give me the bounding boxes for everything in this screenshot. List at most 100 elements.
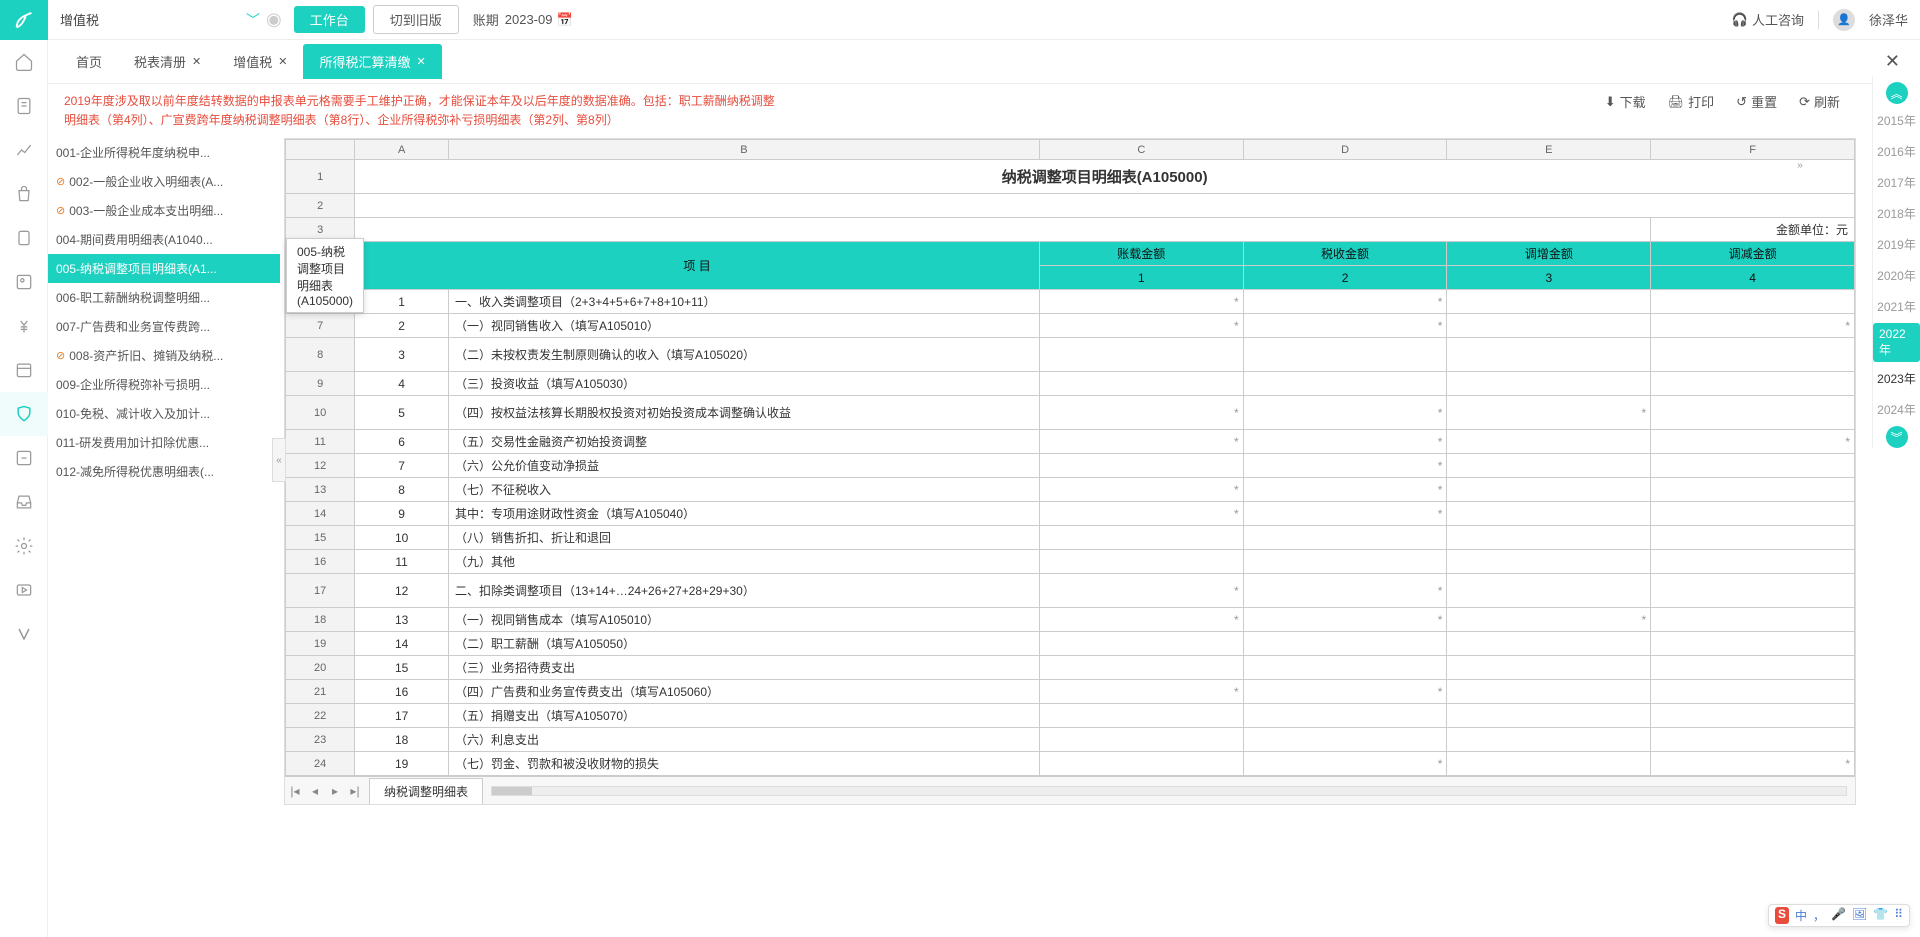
doc-icon[interactable]: ◉ (266, 9, 282, 30)
sheet-nav-last[interactable]: ▸| (345, 784, 365, 798)
col-num: 1 (1039, 266, 1243, 290)
module-selector[interactable]: 增值税 ﹀ (60, 10, 260, 30)
table-row[interactable]: 61一、收入类调整项目（2+3+4+5+6+7+8+10+11）** (286, 290, 1855, 314)
app-logo[interactable] (0, 0, 48, 40)
ime-item[interactable]: ， (1813, 907, 1825, 924)
table-row[interactable]: 2217（五）捐赠支出（填写A105070） (286, 704, 1855, 728)
collapse-left-handle[interactable]: « (272, 438, 286, 482)
form-item-011[interactable]: 011-研发费用加计扣除优惠... (48, 428, 280, 457)
nav-doc-icon[interactable] (0, 84, 48, 128)
nav-calendar-icon[interactable] (0, 348, 48, 392)
nav-chart-icon[interactable] (0, 128, 48, 172)
form-item-001[interactable]: 001-企业所得税年度纳税申... (48, 138, 280, 167)
form-item-tooltip: 005-纳税调整项目明细表(A105000) (286, 238, 364, 313)
table-row[interactable]: 83（二）未按权责发生制原则确认的收入（填写A105020） (286, 338, 1855, 372)
close-icon[interactable]: ✕ (417, 55, 426, 68)
workbench-button[interactable]: 工作台 (294, 6, 365, 33)
form-item-012[interactable]: 012-减免所得税优惠明细表(... (48, 457, 280, 486)
year-2020[interactable]: 2020年 (1877, 261, 1916, 290)
calendar-icon[interactable]: 📅 (556, 12, 572, 28)
year-scroll-down[interactable]: ︾ (1886, 426, 1908, 448)
download-icon: ⬇ (1605, 94, 1616, 110)
year-2019[interactable]: 2019年 (1877, 230, 1916, 259)
sheet-nav-first[interactable]: |◂ (285, 784, 305, 798)
ime-skin-icon[interactable]: 👕 (1873, 907, 1888, 924)
table-row[interactable]: 1914（二）职工薪酬（填写A105050） (286, 632, 1855, 656)
close-all-button[interactable]: ✕ (1877, 47, 1908, 76)
table-row[interactable]: 1510（八）销售折扣、折让和退回 (286, 526, 1855, 550)
ime-grid-icon[interactable]: ⠿ (1894, 907, 1903, 924)
nav-video-icon[interactable] (0, 568, 48, 612)
year-2023[interactable]: 2023年 (1877, 364, 1916, 393)
close-icon[interactable]: ✕ (192, 55, 201, 68)
download-button[interactable]: ⬇下载 (1605, 92, 1646, 111)
page-tabs: 首页 税表清册✕ 增值税✕ 所得税汇算清缴✕ ✕ (48, 40, 1920, 84)
form-item-010[interactable]: 010-免税、减计收入及加计... (48, 399, 280, 428)
nav-inbox-icon[interactable] (0, 480, 48, 524)
ime-lang[interactable]: 中 (1795, 907, 1807, 924)
sheet-nav-prev[interactable]: ◂ (305, 784, 325, 798)
support-link[interactable]: 🎧 人工咨询 (1732, 10, 1804, 29)
nav-archive-icon[interactable] (0, 436, 48, 480)
ime-toolbar[interactable]: S 中 ， 🎤 🖼 👕 ⠿ (1768, 904, 1910, 927)
year-2016[interactable]: 2016年 (1877, 137, 1916, 166)
horizontal-scrollbar[interactable] (491, 786, 1847, 796)
period-value[interactable]: 2023-09 (505, 12, 553, 27)
tab-vat[interactable]: 增值税✕ (217, 44, 303, 79)
year-2015[interactable]: 2015年 (1877, 106, 1916, 135)
nav-v-icon[interactable] (0, 612, 48, 656)
table-row[interactable]: 2318（六）利息支出 (286, 728, 1855, 752)
form-item-008[interactable]: ⊘008-资产折旧、摊销及纳税... (48, 341, 280, 370)
table-row[interactable]: 1712二、扣除类调整项目（13+14+…24+26+27+28+29+30）*… (286, 574, 1855, 608)
form-item-002[interactable]: ⊘002-一般企业收入明细表(A... (48, 167, 280, 196)
year-2018[interactable]: 2018年 (1877, 199, 1916, 228)
table-row[interactable]: 2116（四）广告费和业务宣传费支出（填写A105060）** (286, 680, 1855, 704)
nav-tax-icon[interactable] (0, 392, 48, 436)
nav-clipboard-icon[interactable] (0, 216, 48, 260)
switch-old-button[interactable]: 切到旧版 (373, 5, 459, 34)
ime-mic-icon[interactable]: 🎤 (1831, 907, 1846, 924)
sheet-nav-next[interactable]: ▸ (325, 784, 345, 798)
refresh-button[interactable]: ⟳刷新 (1799, 92, 1840, 111)
form-item-007[interactable]: 007-广告费和业务宣传费跨... (48, 312, 280, 341)
table-row[interactable]: 2015（三）业务招待费支出 (286, 656, 1855, 680)
print-button[interactable]: 🖨打印 (1668, 92, 1715, 111)
headset-icon: 🎧 (1732, 12, 1748, 28)
form-item-003[interactable]: ⊘003-一般企业成本支出明细... (48, 196, 280, 225)
form-item-009[interactable]: 009-企业所得税弥补亏损明... (48, 370, 280, 399)
close-icon[interactable]: ✕ (278, 55, 287, 68)
table-row[interactable]: 94（三）投资收益（填写A105030） (286, 372, 1855, 396)
nav-settings-icon[interactable] (0, 524, 48, 568)
form-item-004[interactable]: 004-期间费用明细表(A1040... (48, 225, 280, 254)
nav-bag-icon[interactable] (0, 172, 48, 216)
nav-preview-icon[interactable] (0, 260, 48, 304)
ime-image-icon[interactable]: 🖼 (1852, 907, 1867, 924)
year-2022[interactable]: 2022年 (1873, 323, 1920, 362)
nav-home-icon[interactable] (0, 40, 48, 84)
table-row[interactable]: 149 其中：专项用途财政性资金（填写A105040）** (286, 502, 1855, 526)
form-item-005[interactable]: 005-纳税调整项目明细表(A1... (48, 254, 280, 283)
unit-label: 金额单位：元 (1651, 218, 1855, 242)
collapse-right-handle[interactable]: » (1793, 143, 1807, 187)
year-2017[interactable]: 2017年 (1877, 168, 1916, 197)
table-row[interactable]: 72（一）视同销售收入（填写A105010）*** (286, 314, 1855, 338)
tab-home[interactable]: 首页 (60, 44, 118, 79)
table-row[interactable]: 1611（九）其他 (286, 550, 1855, 574)
year-2021[interactable]: 2021年 (1877, 292, 1916, 321)
table-row[interactable]: 138（七）不征税收入** (286, 478, 1855, 502)
table-row[interactable]: 116（五）交易性金融资产初始投资调整*** (286, 430, 1855, 454)
year-2024[interactable]: 2024年 (1877, 395, 1916, 424)
year-scroll-up[interactable]: ︽ (1886, 82, 1908, 104)
table-row[interactable]: 127（六）公允价值变动净损益* (286, 454, 1855, 478)
table-row[interactable]: 2419（七）罚金、罚款和被没收财物的损失** (286, 752, 1855, 776)
table-row[interactable]: 1813（一）视同销售成本（填写A105010）*** (286, 608, 1855, 632)
avatar[interactable]: 👤 (1833, 9, 1855, 31)
tab-tax-list[interactable]: 税表清册✕ (118, 44, 217, 79)
reset-button[interactable]: ↺重置 (1736, 92, 1777, 111)
scrollbar-thumb[interactable] (492, 787, 532, 795)
sheet-tab[interactable]: 纳税调整明细表 (369, 778, 483, 804)
table-row[interactable]: 105（四）按权益法核算长期股权投资对初始投资成本调整确认收益*** (286, 396, 1855, 430)
tab-income-tax[interactable]: 所得税汇算清缴✕ (303, 44, 441, 79)
nav-cny-icon[interactable] (0, 304, 48, 348)
form-item-006[interactable]: 006-职工薪酬纳税调整明细... (48, 283, 280, 312)
